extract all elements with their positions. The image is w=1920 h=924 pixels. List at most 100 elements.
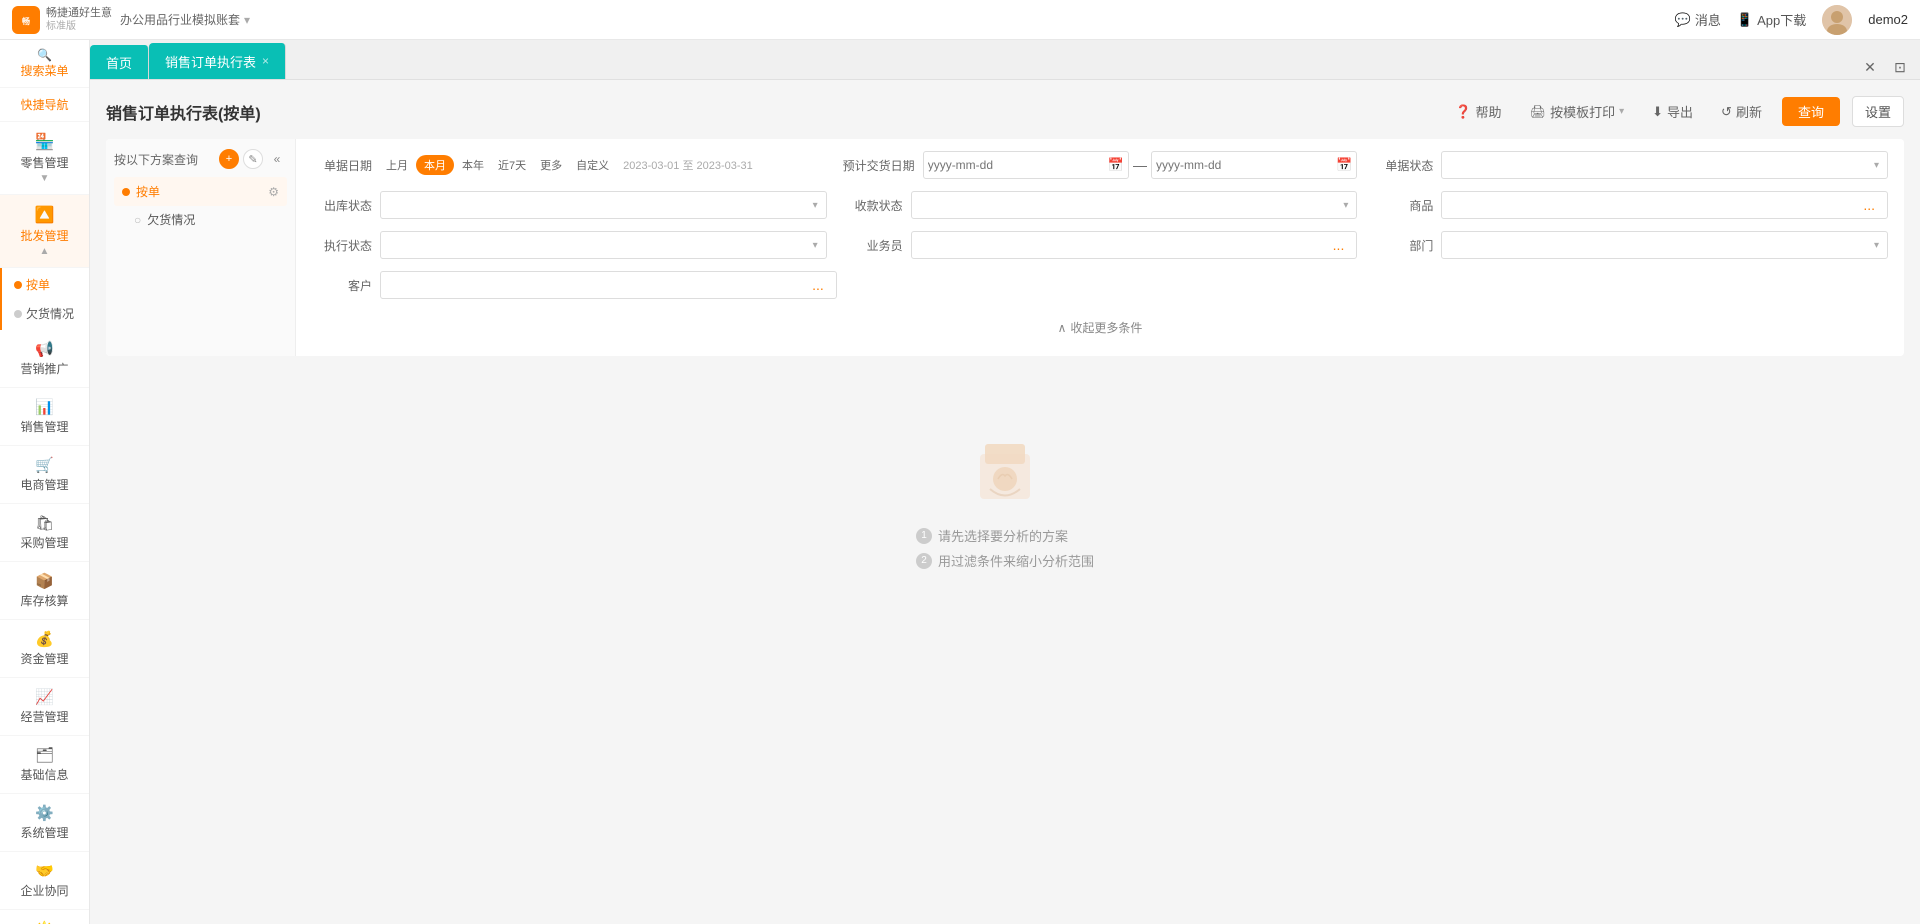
sidebar-item-retail[interactable]: 🏪 零售管理 ▼	[0, 122, 89, 195]
tab-close-button[interactable]: ✕	[1858, 55, 1882, 79]
filter-row-1: 单据日期 上月 本月 本年 近7天 更多 自定义	[312, 151, 1888, 179]
calendar-from-icon[interactable]: 📅	[1108, 157, 1124, 173]
empty-tips: 1 请先选择要分析的方案 2 用过滤条件来缩小分析范围	[916, 526, 1094, 570]
filter-department: 部门 ▾	[1373, 231, 1888, 259]
scheme-sub-item-debt[interactable]: ○ 欠货情况	[114, 206, 287, 233]
date-tab-last-month[interactable]: 上月	[380, 155, 414, 175]
filter-exec-status: 执行状态 ▾	[312, 231, 827, 259]
app-download-button[interactable]: 📱 App下载	[1737, 10, 1806, 29]
date-tab-more[interactable]: 更多	[534, 155, 568, 175]
avatar	[1822, 5, 1852, 35]
collapse-more-button[interactable]: ∧ 收起更多条件	[312, 311, 1888, 344]
tab-close-icon[interactable]: ×	[262, 54, 269, 68]
settings-button[interactable]: 设置	[1852, 96, 1904, 127]
calendar-to-icon[interactable]: 📅	[1336, 157, 1352, 173]
logo-icon: 畅	[12, 6, 40, 34]
active-dot-icon	[14, 281, 22, 289]
date-tab-this-year[interactable]: 本年	[456, 155, 490, 175]
goods-label: 商品	[1373, 197, 1433, 214]
date-tabs: 上月 本月 本年 近7天 更多 自定义	[380, 155, 615, 175]
edit-scheme-button[interactable]: ✎	[243, 149, 263, 169]
sidebar-search[interactable]: 🔍 搜索菜单	[0, 40, 89, 88]
help-button[interactable]: ❓ 帮助	[1447, 98, 1509, 125]
empty-tip-2: 2 用过滤条件来缩小分析范围	[916, 551, 1094, 570]
salesperson-input[interactable]: ...	[911, 231, 1358, 259]
date-tab-custom[interactable]: 自定义	[570, 155, 615, 175]
message-button[interactable]: 💬 消息	[1675, 10, 1721, 29]
sidebar-item-newbie[interactable]: 🌟 新手引导	[0, 910, 89, 924]
sidebar-item-system[interactable]: ⚙️ 系统管理	[0, 794, 89, 852]
payment-status-select[interactable]: ▾	[911, 191, 1358, 219]
export-button[interactable]: ⬇ 导出	[1644, 98, 1701, 125]
add-scheme-button[interactable]: +	[219, 149, 239, 169]
scheme-item-order[interactable]: 按单 ⚙	[114, 177, 287, 206]
doc-date-label: 单据日期	[312, 157, 372, 174]
tab-home[interactable]: 首页	[90, 45, 149, 79]
scheme-header-label: 按以下方案查询	[114, 151, 198, 168]
retail-arrow-icon: ▼	[40, 173, 50, 184]
page-title-row: 销售订单执行表(按单) ❓ 帮助 🖨 按模板打印 ▾ ⬇ 导出	[106, 96, 1904, 127]
exec-status-label: 执行状态	[312, 237, 372, 254]
sidebar-item-marketing[interactable]: 📢 营销推广	[0, 330, 89, 388]
filter-customer: 客户 ...	[312, 271, 837, 299]
tab-bar-actions: ✕ ⊡	[1850, 55, 1920, 79]
page-content: 销售订单执行表(按单) ❓ 帮助 🖨 按模板打印 ▾ ⬇ 导出	[90, 80, 1920, 924]
sub-item-dot-icon: ○	[134, 213, 141, 227]
filter-delivery-status: 出库状态 ▾	[312, 191, 827, 219]
collapse-scheme-button[interactable]: «	[267, 149, 287, 169]
sidebar-item-finance[interactable]: 💰 资金管理	[0, 620, 89, 678]
department-select[interactable]: ▾	[1441, 231, 1888, 259]
department-label: 部门	[1373, 237, 1433, 254]
wholesale-icon: 🔼	[35, 205, 55, 225]
date-tab-this-month[interactable]: 本月	[416, 155, 454, 175]
goods-input[interactable]: ...	[1441, 191, 1888, 219]
goods-input-group: ...	[1441, 191, 1888, 219]
purchase-icon: 🛍	[35, 514, 54, 532]
sidebar-item-wholesale[interactable]: 🔼 批发管理 ▲	[0, 195, 89, 268]
goods-more-dots[interactable]: ...	[1859, 197, 1879, 213]
tab-restore-button[interactable]: ⊡	[1888, 55, 1912, 79]
sidebar-item-purchase[interactable]: 🛍 采购管理	[0, 504, 89, 562]
expected-date-input-group: 📅 — 📅	[923, 151, 1358, 179]
sidebar-item-enterprise[interactable]: 🤝 企业协同	[0, 852, 89, 910]
sidebar-item-basic[interactable]: 🗂 基础信息	[0, 736, 89, 794]
sidebar-item-operations[interactable]: 📈 经营管理	[0, 678, 89, 736]
scheme-actions: + ✎ «	[219, 149, 287, 169]
sidebar-sub-item-order[interactable]: 按单	[2, 270, 89, 299]
refresh-button[interactable]: ↺ 刷新	[1713, 98, 1770, 125]
customer-input[interactable]: ...	[380, 271, 837, 299]
empty-state-icon	[960, 424, 1050, 514]
sidebar: 🔍 搜索菜单 快捷导航 🏪 零售管理 ▼ 🔼 批发管理 ▲ 按单 欠货情况	[0, 40, 90, 924]
marketing-icon: 📢	[35, 340, 54, 358]
date-tab-last7[interactable]: 近7天	[492, 155, 532, 175]
expected-date-from-wrapper: 📅	[923, 151, 1129, 179]
download-icon: 📱	[1737, 12, 1753, 28]
filter-scheme-header: 按以下方案查询 + ✎ «	[114, 149, 287, 169]
search-icon: 🔍	[37, 48, 52, 62]
sidebar-item-inventory[interactable]: 📦 库存核算	[0, 562, 89, 620]
retail-icon: 🏪	[35, 132, 55, 152]
breadcrumb-arrow-icon[interactable]: ▾	[244, 13, 250, 27]
tab-sales-exec[interactable]: 销售订单执行表 ×	[149, 43, 286, 79]
exec-status-select[interactable]: ▾	[380, 231, 827, 259]
sidebar-quick-nav[interactable]: 快捷导航	[0, 88, 89, 122]
customer-more-dots[interactable]: ...	[808, 277, 828, 293]
salesperson-more-dots[interactable]: ...	[1329, 237, 1349, 253]
help-icon: ❓	[1455, 104, 1471, 120]
filter-row-2: 出库状态 ▾ 收款状态	[312, 191, 1888, 219]
query-button[interactable]: 查询	[1782, 97, 1840, 126]
payment-status-chevron-icon: ▾	[1343, 200, 1348, 211]
date-dash-separator: —	[1133, 157, 1147, 173]
delivery-status-chevron-icon: ▾	[813, 200, 818, 211]
expected-date-to-input[interactable]	[1156, 158, 1336, 172]
sidebar-item-ecommerce[interactable]: 🛒 电商管理	[0, 446, 89, 504]
expected-date-from-input[interactable]	[928, 158, 1108, 172]
doc-status-select[interactable]: ▾	[1441, 151, 1888, 179]
sidebar-item-sales[interactable]: 📊 销售管理	[0, 388, 89, 446]
tip-num-1: 1	[916, 528, 932, 544]
template-print-button[interactable]: 🖨 按模板打印 ▾	[1522, 98, 1633, 125]
delivery-status-select[interactable]: ▾	[380, 191, 827, 219]
filter-panel-wrapper: 按以下方案查询 + ✎ « 按单 ⚙	[106, 139, 1904, 356]
sidebar-sub-item-debt[interactable]: 欠货情况	[2, 299, 89, 328]
customer-label: 客户	[312, 277, 372, 294]
